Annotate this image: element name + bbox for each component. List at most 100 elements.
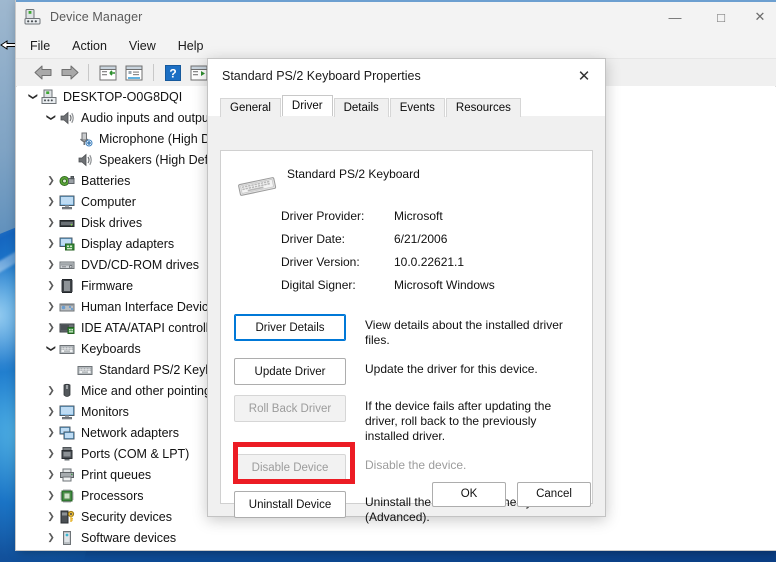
close-button[interactable]: ✕	[744, 0, 776, 34]
driver-details-button[interactable]: Driver Details	[234, 314, 346, 341]
update-driver-button[interactable]: Update Driver	[234, 358, 346, 385]
menu-item-help[interactable]: Help	[178, 39, 204, 53]
security-device-icon	[59, 509, 76, 525]
monitor-icon	[59, 404, 76, 420]
chevron-right-icon[interactable]: ❯	[43, 233, 59, 254]
svg-text:?: ?	[169, 66, 176, 80]
menu-bar: File Action View Help	[16, 34, 776, 59]
toolbar-separator	[153, 64, 154, 81]
maximize-button[interactable]: □	[698, 0, 744, 34]
dialog-close-icon[interactable]: ✕	[563, 59, 605, 93]
menu-item-view[interactable]: View	[129, 39, 156, 53]
tree-item-label: Disk drives	[81, 215, 143, 230]
device-name: Standard PS/2 Keyboard	[287, 167, 420, 181]
properties-icon[interactable]	[121, 62, 147, 84]
network-adapter-icon	[59, 425, 76, 441]
chevron-right-icon[interactable]: ❯	[43, 380, 59, 401]
device-manager-icon	[24, 8, 42, 26]
tree-item-label: DVD/CD-ROM drives	[81, 257, 200, 272]
disable-device-description: Disable the device.	[365, 458, 467, 472]
printer-icon	[59, 467, 76, 483]
mouse-icon	[59, 383, 76, 399]
tab-general[interactable]: General	[220, 98, 281, 117]
driver-info-row: Driver Version: 10.0.22621.1	[281, 255, 592, 269]
tree-item-label: Monitors	[81, 404, 129, 419]
tree-indent-spacer	[61, 149, 77, 170]
tree-indent-spacer	[61, 359, 77, 380]
keyboard-icon	[59, 341, 76, 357]
tree-item-label: Display adapters	[81, 236, 175, 251]
tree-item[interactable]: ❯Sound, video and game controllers	[17, 548, 775, 550]
driver-info-value: Microsoft	[394, 209, 443, 223]
tab-resources[interactable]: Resources	[445, 98, 521, 117]
driver-info-list: Driver Provider: Microsoft Driver Date: 6/2…	[221, 199, 592, 292]
tree-indent-spacer	[61, 128, 77, 149]
chevron-right-icon[interactable]: ❯	[43, 464, 59, 485]
chevron-right-icon[interactable]: ❯	[43, 506, 59, 527]
tree-item-label: Firmware	[81, 278, 134, 293]
port-icon	[59, 446, 76, 462]
help-icon[interactable]: ?	[160, 62, 186, 84]
tree-item-label: Processors	[81, 488, 144, 503]
tree-item-label: Human Interface Devices	[81, 299, 222, 314]
chevron-right-icon[interactable]: ❯	[43, 170, 59, 191]
keyboard-icon	[77, 362, 94, 378]
monitor-icon	[59, 194, 76, 210]
driver-action-row: Roll Back Driver If the device fails afte…	[234, 395, 592, 444]
toolbar-separator	[88, 64, 89, 81]
menu-item-file[interactable]: File	[30, 39, 50, 53]
tab-events[interactable]: Events	[389, 98, 445, 117]
show-hidden-devices-icon[interactable]	[95, 62, 121, 84]
dialog-footer: OK Cancel	[208, 472, 605, 516]
chevron-right-icon[interactable]: ❯	[43, 254, 59, 275]
tree-item-label: Software devices	[81, 530, 177, 545]
update-driver-description: Update the driver for this device.	[365, 362, 538, 376]
menu-item-action[interactable]: Action	[72, 39, 107, 53]
window-titlebar: Device Manager — □ ✕	[16, 0, 776, 34]
chevron-right-icon[interactable]: ❯	[43, 548, 59, 550]
tree-item-label: IDE ATA/ATAPI controllers	[81, 320, 226, 335]
back-icon[interactable]	[30, 62, 56, 84]
tab-details[interactable]: Details	[333, 98, 389, 117]
firmware-chip-icon	[59, 278, 76, 294]
chevron-right-icon[interactable]: ❯	[43, 485, 59, 506]
roll-back-driver-button: Roll Back Driver	[234, 395, 346, 422]
chevron-right-icon[interactable]: ❯	[43, 191, 59, 212]
driver-action-row: Update Driver Update the driver for this …	[234, 358, 592, 385]
chevron-right-icon[interactable]: ❯	[43, 422, 59, 443]
tab-driver[interactable]: Driver	[281, 95, 333, 116]
tree-item-label: Network adapters	[81, 425, 179, 440]
driver-info-value: 10.0.22621.1	[394, 255, 465, 269]
window-controls: — □ ✕	[652, 0, 776, 34]
ok-button[interactable]: OK	[432, 481, 506, 507]
driver-details-description: View details about the installed driver …	[365, 318, 563, 347]
chevron-right-icon[interactable]: ❯	[43, 527, 59, 548]
chevron-right-icon[interactable]: ❯	[43, 296, 59, 317]
device-header: Standard PS/2 Keyboard	[221, 151, 592, 199]
cancel-button[interactable]: Cancel	[517, 481, 591, 507]
driver-info-row: Digital Signer: Microsoft Windows	[281, 278, 592, 292]
display-adapter-icon	[59, 236, 76, 252]
driver-info-key: Driver Provider:	[281, 209, 365, 223]
driver-info-value: 6/21/2006	[394, 232, 448, 246]
driver-info-key: Driver Date:	[281, 232, 346, 246]
processor-icon	[59, 488, 76, 504]
driver-info-value: Microsoft Windows	[394, 278, 495, 292]
tree-item-label: Security devices	[81, 509, 173, 524]
microphone-icon	[77, 131, 94, 147]
tree-item[interactable]: ❯ Software devices	[17, 527, 775, 548]
dialog-title: Standard PS/2 Keyboard Properties	[222, 69, 421, 83]
chevron-right-icon[interactable]: ❯	[43, 443, 59, 464]
forward-icon[interactable]	[56, 62, 82, 84]
chevron-right-icon[interactable]: ❯	[43, 212, 59, 233]
minimize-button[interactable]: —	[652, 0, 698, 34]
tree-item-label: Ports (COM & LPT)	[81, 446, 190, 461]
chevron-right-icon[interactable]: ❯	[43, 317, 59, 338]
dialog-tabs: General Driver Details Events Resources	[208, 94, 605, 117]
roll-back-driver-description: If the device fails after updating the d…	[365, 399, 552, 443]
chevron-right-icon[interactable]: ❯	[43, 401, 59, 422]
chevron-right-icon[interactable]: ❯	[43, 275, 59, 296]
software-device-icon	[59, 530, 76, 546]
speaker-icon	[59, 110, 76, 126]
window-title: Device Manager	[50, 10, 143, 24]
